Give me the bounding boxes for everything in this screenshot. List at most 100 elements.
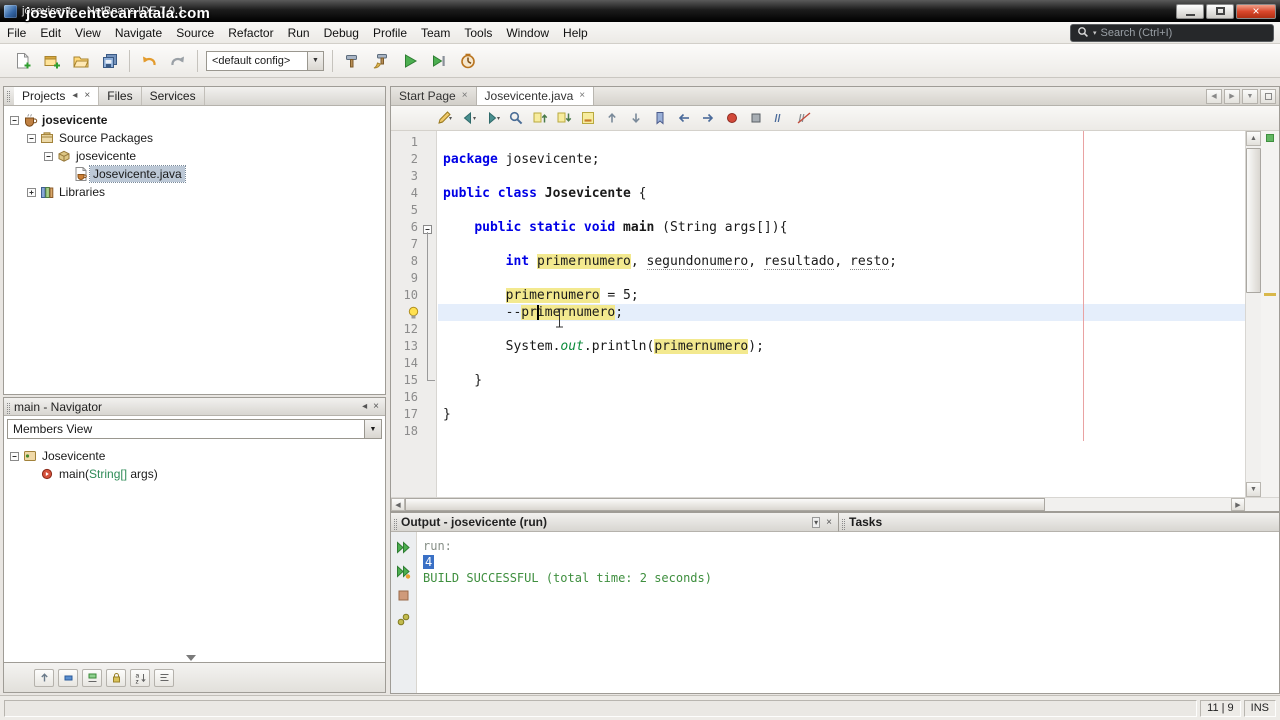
code-line-14[interactable]: 14 [391,355,1245,372]
close-window-icon[interactable]: × [84,91,90,101]
insert-mode-indicator[interactable]: INS [1243,699,1276,717]
menu-view[interactable]: View [68,23,108,43]
output-tab[interactable]: Output - josevicente (run) ▾ × [391,513,839,532]
close-tab-icon[interactable]: × [579,91,585,101]
show-fields-button[interactable] [58,668,78,687]
sort-by-name-button[interactable]: az [130,668,150,687]
shift-right-button[interactable] [697,108,719,129]
code-line-17[interactable]: 17} [391,406,1245,423]
uncomment-button[interactable]: // [793,108,815,129]
project-node-josevicente[interactable]: josevicente [4,111,385,129]
menu-file[interactable]: File [0,23,33,43]
stop-build-button[interactable] [394,586,414,605]
editor-tab-start-page[interactable]: Start Page × [391,87,477,105]
undo-button[interactable] [136,48,162,74]
collapse-icon[interactable] [8,115,21,125]
debug-button[interactable] [426,48,452,74]
code-line-18[interactable]: 18 [391,423,1245,440]
hint-mark[interactable] [1264,293,1276,296]
build-button[interactable] [339,48,365,74]
code-line-16[interactable]: 16 [391,389,1245,406]
vertical-scrollbar-thumb[interactable] [1246,148,1261,293]
collapse-icon[interactable] [42,151,55,161]
close-tab-icon[interactable]: × [462,91,468,101]
show-static-button[interactable] [82,668,102,687]
forward-button[interactable]: ▾ [481,108,503,129]
drag-grip[interactable] [394,518,397,530]
minimize-window-icon[interactable]: ◂ [72,91,77,101]
project-node-libraries[interactable]: Libraries [4,183,385,201]
find-prev-button[interactable] [529,108,551,129]
minimize-button[interactable] [1176,3,1204,19]
vertical-scrollbar[interactable]: ▲ ▼ [1245,131,1261,497]
minimize-window-icon[interactable]: ◂ [362,401,367,412]
show-inherited-button[interactable] [34,668,54,687]
profile-button[interactable] [455,48,481,74]
code-line-11[interactable]: --primernumero; [391,304,1245,321]
project-node-source-packages[interactable]: Source Packages [4,129,385,147]
toggle-highlight-button[interactable] [577,108,599,129]
code-line-4[interactable]: 4 public class Josevicente { [391,185,1245,202]
menu-debug[interactable]: Debug [317,23,366,43]
maximize-editor-button[interactable] [1260,88,1276,104]
member-node-main-string-args[interactable]: main(String[] args) [4,465,385,483]
menu-navigate[interactable]: Navigate [108,23,169,43]
new-file-button[interactable] [10,48,36,74]
toggle-bookmark-button[interactable] [649,108,671,129]
horizontal-scrollbar[interactable]: ◀ ▶ [391,497,1279,511]
record-macro-button[interactable] [721,108,743,129]
code-line-5[interactable]: 5 [391,202,1245,219]
back-button[interactable]: ▾ [457,108,479,129]
find-selection-button[interactable] [505,108,527,129]
menu-source[interactable]: Source [169,23,221,43]
close-button[interactable]: × [1236,3,1276,19]
clean-build-button[interactable] [368,48,394,74]
navigator-header[interactable]: main - Navigator ◂ × [4,398,385,416]
float-window-icon[interactable]: ▾ [812,516,821,528]
next-bookmark-button[interactable] [625,108,647,129]
drag-grip[interactable] [842,518,845,530]
chevron-down-icon[interactable]: ▼ [364,420,381,438]
menu-run[interactable]: Run [281,23,317,43]
scroll-tabs-left-button[interactable]: ◀ [1206,88,1222,104]
run-button[interactable] [397,48,423,74]
code-line-1[interactable]: 1 [391,134,1245,151]
member-node-josevicente[interactable]: Josevicente [4,447,385,465]
find-next-button[interactable] [553,108,575,129]
save-all-button[interactable] [97,48,123,74]
menu-profile[interactable]: Profile [366,23,414,43]
open-project-button[interactable] [68,48,94,74]
tasks-window-header[interactable]: Tasks [839,513,1279,532]
tab-services[interactable]: Services [142,87,205,105]
collapse-icon[interactable] [8,451,21,461]
editor-tab-josevicente-java[interactable]: Josevicente.java × [476,87,595,105]
code-line-7[interactable]: 7 [391,236,1245,253]
splitter-collapse-handle[interactable] [186,655,196,661]
horizontal-scrollbar-thumb[interactable] [405,498,1045,511]
rerun-debug-button[interactable] [394,562,414,581]
menu-window[interactable]: Window [499,23,556,43]
code-line-15[interactable]: 15 } [391,372,1245,389]
menu-help[interactable]: Help [556,23,595,43]
chevron-down-icon[interactable]: ▼ [307,51,323,70]
quick-search-box[interactable]: ▾ Search (Ctrl+I) [1070,24,1274,42]
show-non-public-button[interactable] [106,668,126,687]
rerun-button[interactable] [394,538,414,557]
expand-icon[interactable] [25,187,38,197]
members-view-select[interactable]: Members View ▼ [7,419,382,439]
scroll-down-arrow-icon[interactable]: ▼ [1246,482,1261,497]
maximize-button[interactable] [1206,3,1234,19]
project-node-josevicente[interactable]: josevicente [4,147,385,165]
prev-bookmark-button[interactable] [601,108,623,129]
code-line-10[interactable]: 10 primernumero = 5; [391,287,1245,304]
close-window-icon[interactable]: × [826,517,832,528]
drag-grip[interactable] [7,403,10,414]
code-line-8[interactable]: 8 int primernumero, segundonumero, resul… [391,253,1245,270]
sort-by-source-button[interactable] [154,668,174,687]
menu-tools[interactable]: Tools [457,23,499,43]
new-project-button[interactable] [39,48,65,74]
code-line-12[interactable]: 12 [391,321,1245,338]
error-stripe[interactable] [1261,131,1279,497]
options-button[interactable] [394,610,414,629]
tab-files[interactable]: Files [99,87,142,105]
